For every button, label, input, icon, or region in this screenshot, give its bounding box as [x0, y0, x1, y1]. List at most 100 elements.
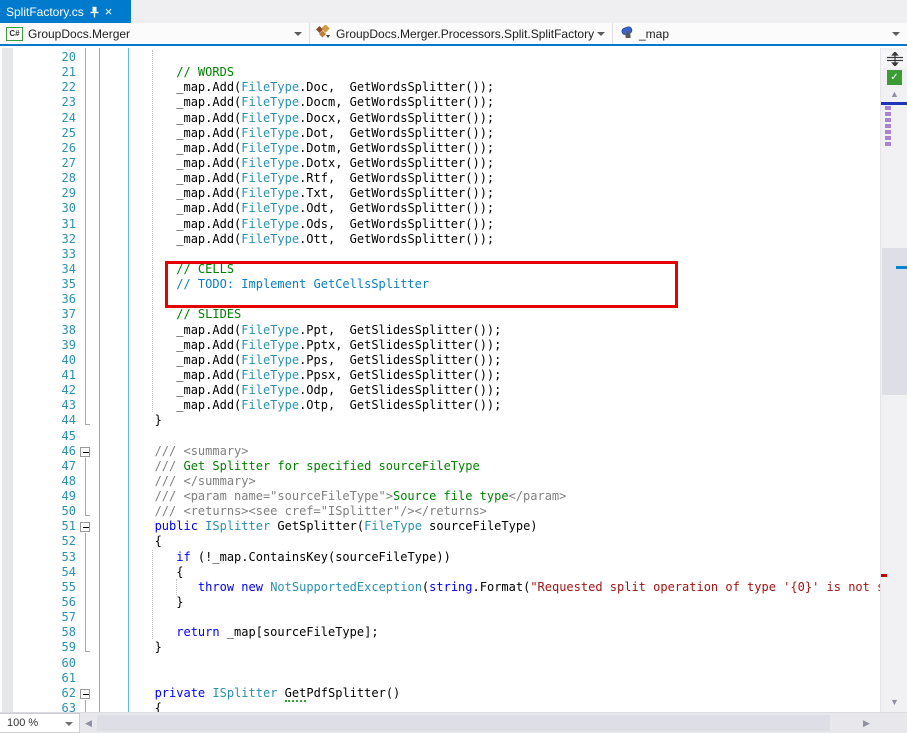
code-text: }: [104, 413, 162, 428]
code-line: 50 /// <returns><see cref="ISplitter"/><…: [0, 504, 880, 520]
pin-icon[interactable]: [90, 6, 99, 18]
line-number: 23: [61, 95, 76, 110]
private-field-icon: [619, 25, 634, 42]
code-line: 24 _map.Add(FileType.Docx, GetWordsSplit…: [0, 111, 880, 127]
member-dropdown[interactable]: _map: [613, 23, 907, 44]
collapse-box[interactable]: [80, 522, 90, 533]
code-line: 55 throw new NotSupportedException(strin…: [0, 580, 880, 596]
line-number: 39: [61, 337, 76, 352]
todo-marker: [885, 130, 891, 134]
line-number: 57: [61, 610, 76, 625]
code-text: if (!_map.ContainsKey(sourceFileType)): [176, 549, 451, 564]
collapse-box[interactable]: [80, 446, 90, 457]
line-number: 51: [61, 519, 76, 534]
code-text: _map.Add(FileType.Odp, GetSlidesSplitter…: [104, 383, 502, 398]
todo-marker: [885, 124, 891, 128]
project-dropdown-label: GroupDocs.Merger: [28, 26, 131, 41]
horizontal-scroll-thumb[interactable]: [97, 715, 830, 731]
line-number: 61: [61, 670, 76, 685]
code-line: 42 _map.Add(FileType.Odp, GetSlidesSplit…: [0, 383, 880, 399]
code-text: /// <param name="sourceFileType">Source …: [104, 489, 567, 504]
line-number: 28: [61, 171, 76, 186]
code-line: 53 if (!_map.ContainsKey(sourceFileType)…: [0, 550, 880, 566]
line-number: 49: [61, 489, 76, 504]
line-number: 42: [61, 383, 76, 398]
code-line: 40 _map.Add(FileType.Pps, GetSlidesSplit…: [0, 353, 880, 369]
code-editor[interactable]: 20 21 // WORDS 22 _map.Add(FileType.Doc, G…: [0, 48, 880, 712]
member-dropdown-label: _map: [639, 26, 670, 41]
code-line: 28 _map.Add(FileType.Rtf, GetWordsSplitt…: [0, 171, 880, 187]
outline-region-line: [85, 48, 86, 425]
code-line: 52 {: [0, 534, 880, 550]
code-text: // SLIDES: [104, 307, 242, 322]
zoom-level-value: 100 %: [7, 717, 39, 729]
code-line: 41 _map.Add(FileType.Ppsx, GetSlidesSpli…: [0, 368, 880, 384]
line-number: 38: [61, 322, 76, 337]
zoom-level-dropdown[interactable]: 100 %: [0, 713, 80, 733]
line-number: 43: [61, 398, 76, 413]
code-text: _map.Add(FileType.Ppsx, GetSlidesSplitte…: [104, 367, 502, 382]
code-text: _map.Add(FileType.Doc, GetWordsSplitter(…: [104, 80, 495, 95]
scroll-left-icon[interactable]: ◀: [85, 718, 92, 729]
outline-region-end: [85, 424, 90, 426]
tab-splitfactory[interactable]: SplitFactory.cs ×: [0, 0, 131, 23]
code-text: /// <returns><see cref="ISplitter"/></re…: [104, 504, 487, 519]
code-line: 49 /// <param name="sourceFileType">Sour…: [0, 489, 880, 505]
line-number: 56: [61, 595, 76, 610]
line-number: 30: [61, 201, 76, 216]
collapse-box[interactable]: [80, 688, 90, 699]
code-line: 51 public ISplitter GetSplitter(FileType…: [0, 519, 880, 535]
code-text: // WORDS: [104, 65, 235, 80]
code-line: 38 _map.Add(FileType.Ppt, GetSlidesSplit…: [0, 323, 880, 339]
code-line: 25 _map.Add(FileType.Dot, GetWordsSplitt…: [0, 126, 880, 142]
line-number: 44: [61, 413, 76, 428]
line-number: 22: [61, 80, 76, 95]
code-text: throw new NotSupportedException(string.F…: [197, 579, 880, 594]
class-icon: [315, 24, 331, 42]
type-dropdown[interactable]: GroupDocs.Merger.Processors.Split.SplitF…: [310, 23, 613, 44]
code-line: 26 _map.Add(FileType.Dotm, GetWordsSplit…: [0, 141, 880, 157]
todo-marker: [885, 142, 891, 146]
vs-editor-window: SplitFactory.cs × C# GroupDocs.Merger Gr…: [0, 0, 907, 733]
code-line: 22 _map.Add(FileType.Doc, GetWordsSplitt…: [0, 80, 880, 96]
vertical-scrollbar[interactable]: ✓ ▲ ▼: [880, 48, 907, 712]
code-line: 44 }: [0, 413, 880, 429]
project-dropdown[interactable]: C# GroupDocs.Merger: [0, 23, 310, 44]
code-line: 29 _map.Add(FileType.Txt, GetWordsSplitt…: [0, 186, 880, 202]
code-line: 47 /// Get Splitter for specified source…: [0, 459, 880, 475]
line-number: 53: [61, 549, 76, 564]
vertical-scroll-thumb[interactable]: [882, 248, 907, 395]
scroll-right-icon[interactable]: ▶: [863, 718, 870, 729]
csharp-project-icon: C#: [6, 26, 23, 41]
code-text: {: [104, 564, 184, 579]
line-number: 26: [61, 140, 76, 155]
scroll-down-icon[interactable]: ▼: [881, 697, 907, 707]
type-dropdown-label: GroupDocs.Merger.Processors.Split.SplitF…: [336, 26, 595, 41]
code-text: _map.Add(FileType.Docx, GetWordsSplitter…: [104, 110, 495, 125]
code-text: /// <summary>: [104, 443, 249, 458]
code-text: _map.Add(FileType.Odt, GetWordsSplitter(…: [104, 201, 495, 216]
splitter-grip-icon[interactable]: [881, 50, 907, 68]
line-number: 33: [61, 246, 76, 261]
line-number: 35: [61, 277, 76, 292]
close-icon[interactable]: ×: [105, 5, 113, 18]
code-analysis-status-icon[interactable]: ✓: [887, 70, 902, 85]
line-number: 41: [61, 367, 76, 382]
code-line: 56 }: [0, 595, 880, 611]
code-line: 61: [0, 671, 880, 687]
line-number: 21: [61, 65, 76, 80]
line-number: 31: [61, 216, 76, 231]
code-text: /// </summary>: [104, 473, 256, 488]
code-line: 27 _map.Add(FileType.Dotx, GetWordsSplit…: [0, 156, 880, 172]
tab-title: SplitFactory.cs: [6, 4, 84, 19]
code-line: 23 _map.Add(FileType.Docm, GetWordsSplit…: [0, 95, 880, 111]
code-text: {: [104, 534, 162, 549]
todo-marker: [885, 112, 891, 116]
code-text: _map.Add(FileType.Dot, GetWordsSplitter(…: [104, 125, 495, 140]
annotation-rectangle: [165, 260, 678, 309]
scroll-up-icon[interactable]: ▲: [881, 89, 907, 99]
code-text: _map.Add(FileType.Dotx, GetWordsSplitter…: [104, 155, 495, 170]
navigation-bar: C# GroupDocs.Merger GroupDocs.Merger.Pro…: [0, 23, 907, 46]
outline-region-line: [85, 699, 86, 712]
code-text: _map.Add(FileType.Pptx, GetSlidesSplitte…: [104, 337, 502, 352]
